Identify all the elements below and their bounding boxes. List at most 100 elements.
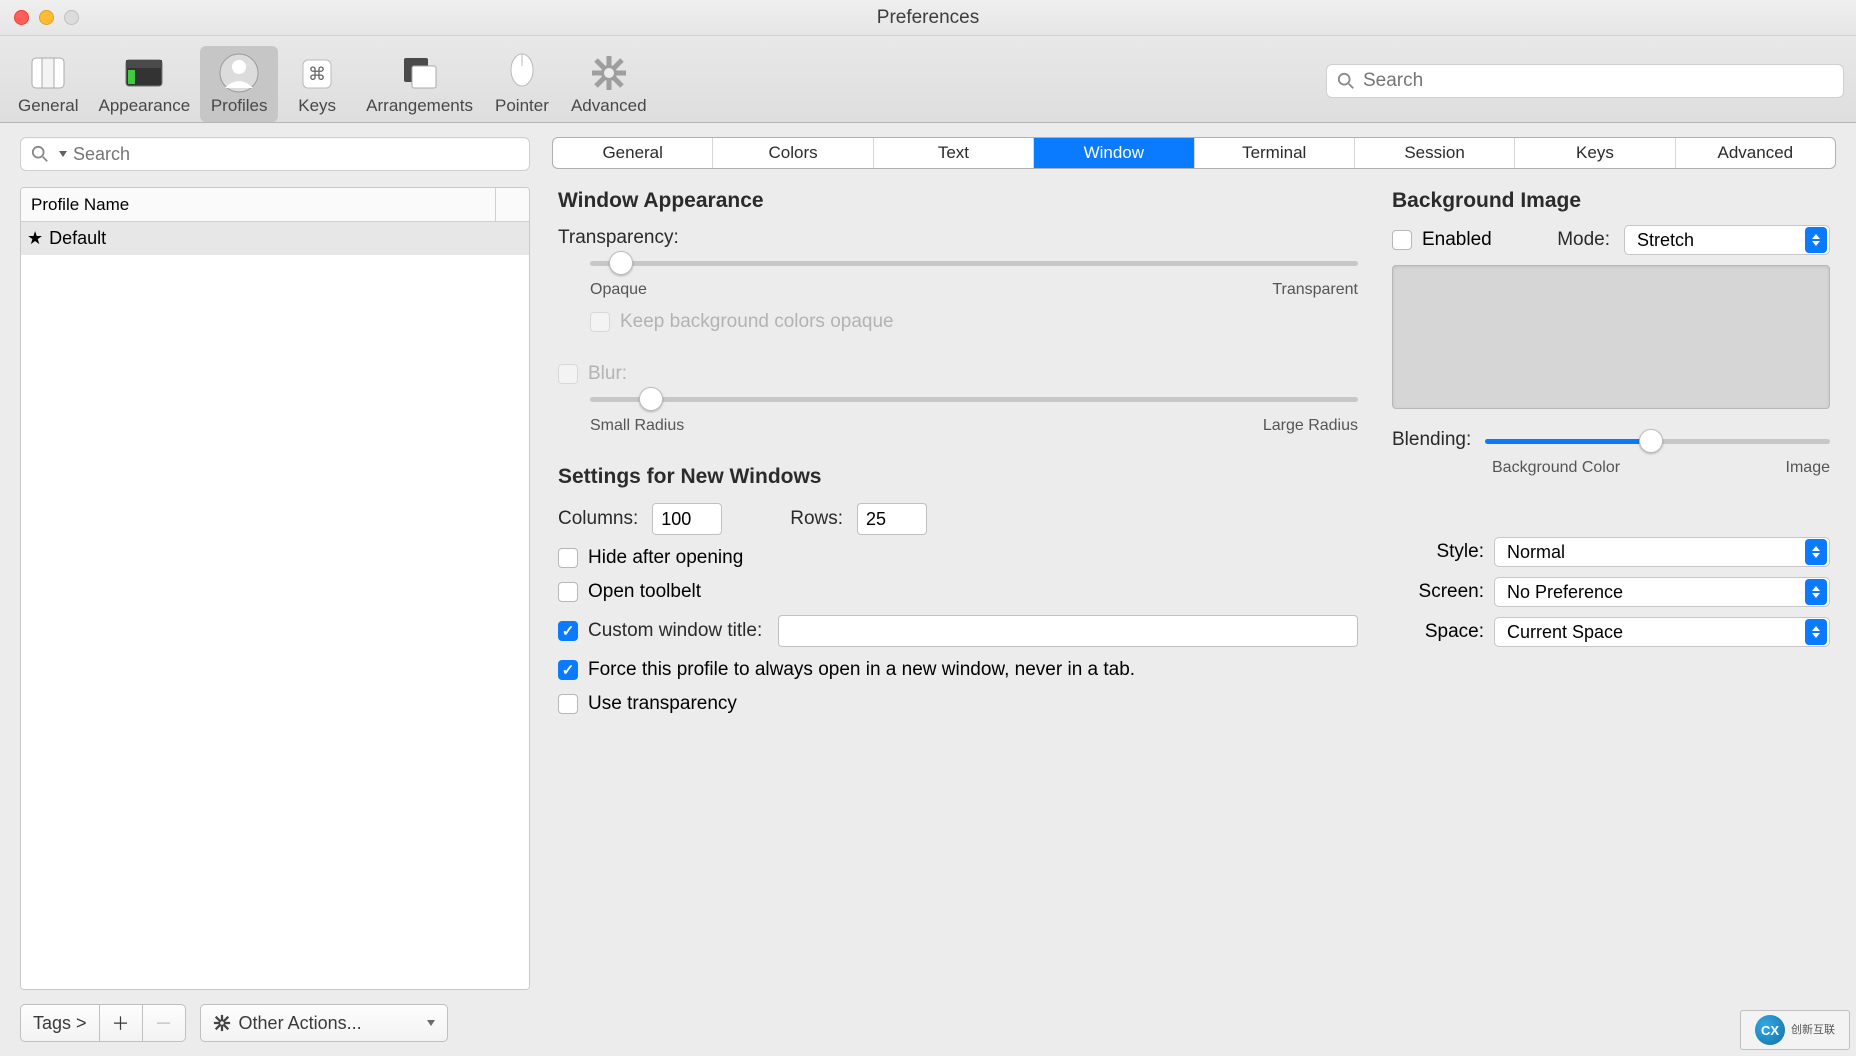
tab-window[interactable]: Window bbox=[1034, 138, 1194, 168]
traffic-lights bbox=[14, 10, 79, 25]
appearance-icon bbox=[122, 52, 166, 94]
other-actions-select[interactable]: Other Actions... bbox=[200, 1004, 448, 1042]
profile-table-header[interactable]: Profile Name bbox=[21, 188, 529, 222]
profile-search-input[interactable] bbox=[73, 144, 519, 165]
columns-label: Columns: bbox=[558, 508, 638, 530]
tab-text[interactable]: Text bbox=[874, 138, 1034, 168]
blur-slider bbox=[590, 387, 1358, 411]
profile-search[interactable] bbox=[20, 137, 530, 171]
window-panel: Window Appearance Transparency: Opaque T… bbox=[552, 169, 1836, 715]
toolbar-keys[interactable]: ⌘ Keys bbox=[278, 46, 356, 122]
mode-select[interactable]: Stretch bbox=[1624, 225, 1830, 255]
watermark: CX 创新互联 bbox=[1740, 1010, 1850, 1050]
tab-colors[interactable]: Colors bbox=[713, 138, 873, 168]
toolbar-general[interactable]: General bbox=[8, 46, 88, 122]
screen-select[interactable]: No Preference bbox=[1494, 577, 1830, 607]
rows-input[interactable] bbox=[857, 503, 927, 535]
toolbar-label: Appearance bbox=[98, 96, 190, 116]
profile-table: Profile Name ★ Default bbox=[20, 187, 530, 990]
toolbar-label: General bbox=[18, 96, 78, 116]
open-toolbelt-checkbox[interactable]: Open toolbelt bbox=[558, 581, 1358, 603]
select-arrows-icon bbox=[1805, 227, 1827, 253]
chevron-down-icon bbox=[427, 1020, 435, 1026]
small-radius-label: Small Radius bbox=[590, 417, 684, 435]
toolbar-label: Advanced bbox=[571, 96, 647, 116]
section-window-appearance: Window Appearance bbox=[558, 189, 1358, 213]
bg-color-label: Background Color bbox=[1492, 459, 1620, 477]
force-new-window-checkbox[interactable]: Force this profile to always open in a n… bbox=[558, 659, 1358, 681]
custom-title-input[interactable] bbox=[778, 615, 1358, 647]
profile-header-name: Profile Name bbox=[31, 195, 495, 215]
select-arrows-icon bbox=[1805, 619, 1827, 645]
tab-session[interactable]: Session bbox=[1355, 138, 1515, 168]
profile-row-name: Default bbox=[49, 228, 106, 249]
chevron-down-icon[interactable] bbox=[59, 151, 67, 157]
style-label: Style: bbox=[1392, 541, 1484, 563]
profile-bottom-bar: Tags > ＋ － Other Actions... bbox=[20, 1004, 530, 1042]
blending-label: Blending: bbox=[1392, 429, 1471, 451]
profiles-sidebar: Profile Name ★ Default Tags > ＋ － Other … bbox=[10, 137, 530, 1042]
general-icon bbox=[26, 52, 70, 94]
tab-terminal[interactable]: Terminal bbox=[1195, 138, 1355, 168]
profiles-icon bbox=[217, 52, 261, 94]
custom-title-label: Custom window title: bbox=[588, 620, 762, 642]
minus-icon: － bbox=[155, 1010, 173, 1036]
watermark-text: 创新互联 bbox=[1791, 1025, 1835, 1036]
transparency-label: Transparency: bbox=[558, 227, 1358, 249]
gear-icon bbox=[213, 1014, 231, 1032]
arrangements-icon bbox=[398, 52, 442, 94]
hide-after-opening-checkbox[interactable]: Hide after opening bbox=[558, 547, 1358, 569]
columns-input[interactable] bbox=[652, 503, 722, 535]
toolbar: General Appearance Profiles ⌘ Keys Arran… bbox=[0, 36, 1856, 123]
toolbar-arrangements[interactable]: Arrangements bbox=[356, 46, 483, 122]
toolbar-pointer[interactable]: Pointer bbox=[483, 46, 561, 122]
blending-slider[interactable] bbox=[1485, 429, 1830, 453]
maximize-icon bbox=[64, 10, 79, 25]
transparency-slider[interactable] bbox=[590, 251, 1358, 275]
search-icon bbox=[1337, 72, 1355, 90]
profile-tabs: General Colors Text Window Terminal Sess… bbox=[552, 137, 1836, 169]
remove-profile-button[interactable]: － bbox=[143, 1004, 186, 1042]
section-new-windows: Settings for New Windows bbox=[558, 465, 1358, 489]
image-label: Image bbox=[1786, 459, 1830, 477]
large-radius-label: Large Radius bbox=[1263, 417, 1358, 435]
minimize-icon[interactable] bbox=[39, 10, 54, 25]
toolbar-label: Keys bbox=[298, 96, 336, 116]
toolbar-label: Arrangements bbox=[366, 96, 473, 116]
space-select[interactable]: Current Space bbox=[1494, 617, 1830, 647]
tab-general[interactable]: General bbox=[553, 138, 713, 168]
space-label: Space: bbox=[1392, 621, 1484, 643]
bg-image-well[interactable] bbox=[1392, 265, 1830, 409]
keep-bg-opaque-checkbox: Keep background colors opaque bbox=[590, 311, 1358, 333]
use-transparency-checkbox[interactable]: Use transparency bbox=[558, 693, 1358, 715]
screen-label: Screen: bbox=[1392, 581, 1484, 603]
opaque-label: Opaque bbox=[590, 281, 647, 299]
tab-advanced[interactable]: Advanced bbox=[1676, 138, 1835, 168]
custom-title-checkbox[interactable] bbox=[558, 621, 578, 641]
add-profile-button[interactable]: ＋ bbox=[100, 1004, 143, 1042]
style-select[interactable]: Normal bbox=[1494, 537, 1830, 567]
toolbar-advanced[interactable]: Advanced bbox=[561, 46, 657, 122]
keys-icon: ⌘ bbox=[295, 52, 339, 94]
mode-label: Mode: bbox=[1557, 229, 1610, 251]
star-icon: ★ bbox=[27, 228, 43, 249]
tags-button[interactable]: Tags > bbox=[20, 1004, 100, 1042]
bg-enabled-checkbox[interactable]: Enabled bbox=[1392, 229, 1492, 251]
toolbar-search[interactable] bbox=[1326, 64, 1844, 98]
toolbar-appearance[interactable]: Appearance bbox=[88, 46, 200, 122]
pointer-icon bbox=[500, 52, 544, 94]
profile-detail: General Colors Text Window Terminal Sess… bbox=[552, 137, 1846, 1042]
select-arrows-icon bbox=[1805, 539, 1827, 565]
content: Profile Name ★ Default Tags > ＋ － Other … bbox=[0, 123, 1856, 1056]
profile-row-default[interactable]: ★ Default bbox=[21, 222, 529, 254]
profile-header-col2 bbox=[495, 188, 519, 221]
toolbar-profiles[interactable]: Profiles bbox=[200, 46, 278, 122]
tab-keys[interactable]: Keys bbox=[1515, 138, 1675, 168]
transparent-label: Transparent bbox=[1272, 281, 1358, 299]
toolbar-label: Pointer bbox=[495, 96, 549, 116]
toolbar-search-input[interactable] bbox=[1363, 70, 1833, 92]
advanced-icon bbox=[587, 52, 631, 94]
svg-text:⌘: ⌘ bbox=[308, 64, 326, 84]
close-icon[interactable] bbox=[14, 10, 29, 25]
custom-title-row: Custom window title: bbox=[558, 615, 1358, 647]
